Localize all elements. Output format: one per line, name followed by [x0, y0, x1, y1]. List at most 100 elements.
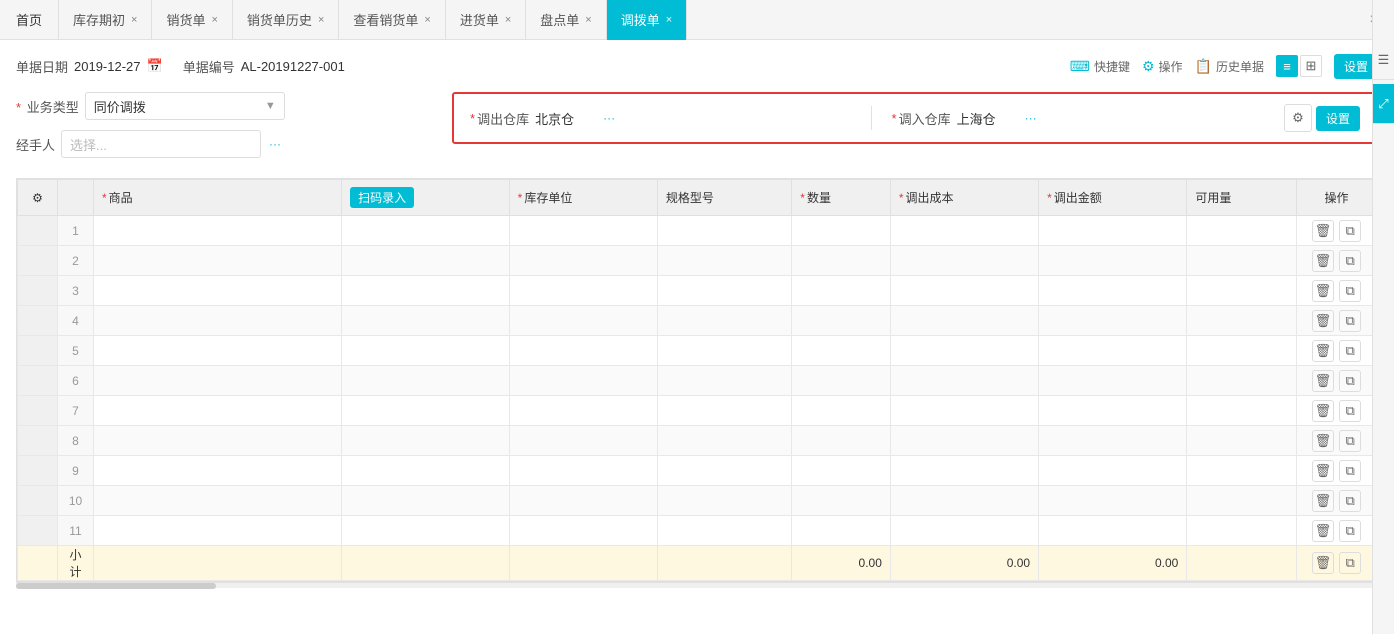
- row-qty[interactable]: [792, 336, 891, 366]
- row-unit[interactable]: [509, 276, 657, 306]
- row-cost[interactable]: [890, 396, 1038, 426]
- row-spec[interactable]: [657, 516, 791, 546]
- row-unit[interactable]: [509, 486, 657, 516]
- copy-row-button[interactable]: ⧉: [1339, 220, 1361, 242]
- copy-row-button[interactable]: ⧉: [1339, 400, 1361, 422]
- row-amount[interactable]: [1039, 306, 1187, 336]
- row-product[interactable]: [94, 396, 342, 426]
- row-unit[interactable]: [509, 246, 657, 276]
- row-amount[interactable]: [1039, 246, 1187, 276]
- copy-row-button[interactable]: ⧉: [1339, 460, 1361, 482]
- col-settings[interactable]: ⚙: [18, 180, 58, 216]
- row-amount[interactable]: [1039, 216, 1187, 246]
- row-unit[interactable]: [509, 516, 657, 546]
- row-cost[interactable]: [890, 216, 1038, 246]
- row-spec[interactable]: [657, 306, 791, 336]
- row-unit[interactable]: [509, 336, 657, 366]
- row-product[interactable]: [94, 246, 342, 276]
- scan-button[interactable]: 扫码录入: [350, 187, 414, 208]
- tab-stocktake[interactable]: 盘点单 ×: [526, 0, 606, 40]
- warehouse-out-more-button[interactable]: ···: [603, 111, 615, 125]
- row-cost[interactable]: [890, 246, 1038, 276]
- tab-close-inventory-init[interactable]: ×: [131, 14, 137, 26]
- row-spec[interactable]: [657, 486, 791, 516]
- row-amount[interactable]: [1039, 426, 1187, 456]
- ops-action[interactable]: ⚙ 操作: [1142, 58, 1183, 75]
- delete-row-button[interactable]: 🗑: [1312, 340, 1334, 362]
- row-unit[interactable]: [509, 216, 657, 246]
- delete-row-button[interactable]: 🗑: [1312, 280, 1334, 302]
- tab-close-sales-history[interactable]: ×: [318, 14, 324, 26]
- delete-row-button[interactable]: 🗑: [1312, 490, 1334, 512]
- tab-inventory-init[interactable]: 库存期初 ×: [59, 0, 152, 40]
- row-qty[interactable]: [792, 396, 891, 426]
- row-amount[interactable]: [1039, 486, 1187, 516]
- row-unit[interactable]: [509, 366, 657, 396]
- row-cost[interactable]: [890, 336, 1038, 366]
- row-cost[interactable]: [890, 426, 1038, 456]
- row-product[interactable]: [94, 456, 342, 486]
- warehouse-settings-button[interactable]: 设置: [1316, 106, 1360, 131]
- tab-sales-order[interactable]: 销货单 ×: [152, 0, 232, 40]
- history-action[interactable]: 📋 历史单据: [1195, 58, 1264, 75]
- business-type-select[interactable]: 同价调拨 ▼: [85, 92, 285, 120]
- copy-row-button[interactable]: ⧉: [1339, 250, 1361, 272]
- row-unit[interactable]: [509, 456, 657, 486]
- delete-row-button[interactable]: 🗑: [1312, 250, 1334, 272]
- row-cost[interactable]: [890, 306, 1038, 336]
- warehouse-in-more-button[interactable]: ···: [1025, 111, 1037, 125]
- copy-row-button[interactable]: ⧉: [1339, 280, 1361, 302]
- row-qty[interactable]: [792, 366, 891, 396]
- copy-row-button[interactable]: ⧉: [1339, 370, 1361, 392]
- delete-row-button[interactable]: 🗑: [1312, 430, 1334, 452]
- scrollbar-thumb[interactable]: [16, 583, 216, 589]
- handler-more-button[interactable]: ···: [269, 137, 281, 151]
- delete-row-button[interactable]: 🗑: [1312, 310, 1334, 332]
- delete-row-button[interactable]: 🗑: [1312, 400, 1334, 422]
- row-spec[interactable]: [657, 216, 791, 246]
- row-cost[interactable]: [890, 366, 1038, 396]
- tab-purchase[interactable]: 进货单 ×: [446, 0, 526, 40]
- row-qty[interactable]: [792, 516, 891, 546]
- tab-sales-history[interactable]: 销货单历史 ×: [233, 0, 339, 40]
- row-spec[interactable]: [657, 426, 791, 456]
- row-cost[interactable]: [890, 516, 1038, 546]
- row-spec[interactable]: [657, 276, 791, 306]
- row-amount[interactable]: [1039, 456, 1187, 486]
- row-qty[interactable]: [792, 216, 891, 246]
- layout-grid-icon[interactable]: ⊞: [1300, 55, 1322, 77]
- shortcut-action[interactable]: ⌨ 快捷键: [1070, 58, 1130, 75]
- copy-row-button[interactable]: ⧉: [1339, 430, 1361, 452]
- row-cost[interactable]: [890, 486, 1038, 516]
- row-product[interactable]: [94, 336, 342, 366]
- row-product[interactable]: [94, 426, 342, 456]
- row-spec[interactable]: [657, 456, 791, 486]
- row-qty[interactable]: [792, 276, 891, 306]
- copy-row-button[interactable]: ⧉: [1339, 520, 1361, 542]
- copy-row-button[interactable]: ⧉: [1339, 310, 1361, 332]
- sidebar-doc-button[interactable]: ☰: [1373, 40, 1394, 80]
- tab-close-sales-order[interactable]: ×: [211, 14, 217, 26]
- row-product[interactable]: [94, 486, 342, 516]
- row-product[interactable]: [94, 516, 342, 546]
- horizontal-scrollbar[interactable]: [16, 582, 1378, 588]
- copy-row-button[interactable]: ⧉: [1339, 490, 1361, 512]
- copy-row-button[interactable]: ⧉: [1339, 340, 1361, 362]
- tab-close-stocktake[interactable]: ×: [585, 14, 591, 26]
- tab-close-purchase[interactable]: ×: [505, 14, 511, 26]
- row-qty[interactable]: [792, 426, 891, 456]
- delete-row-button[interactable]: 🗑: [1312, 220, 1334, 242]
- row-spec[interactable]: [657, 396, 791, 426]
- warehouse-settings-icon[interactable]: ⚙: [1284, 104, 1312, 132]
- tab-view-sales[interactable]: 查看销货单 ×: [339, 0, 445, 40]
- delete-row-button[interactable]: 🗑: [1312, 460, 1334, 482]
- row-unit[interactable]: [509, 396, 657, 426]
- col-scan[interactable]: 扫码录入: [342, 180, 510, 216]
- calendar-icon[interactable]: 📅: [147, 58, 163, 74]
- tab-transfer[interactable]: 调拨单 ×: [607, 0, 687, 40]
- row-product[interactable]: [94, 276, 342, 306]
- row-spec[interactable]: [657, 246, 791, 276]
- row-qty[interactable]: [792, 456, 891, 486]
- row-qty[interactable]: [792, 246, 891, 276]
- row-qty[interactable]: [792, 486, 891, 516]
